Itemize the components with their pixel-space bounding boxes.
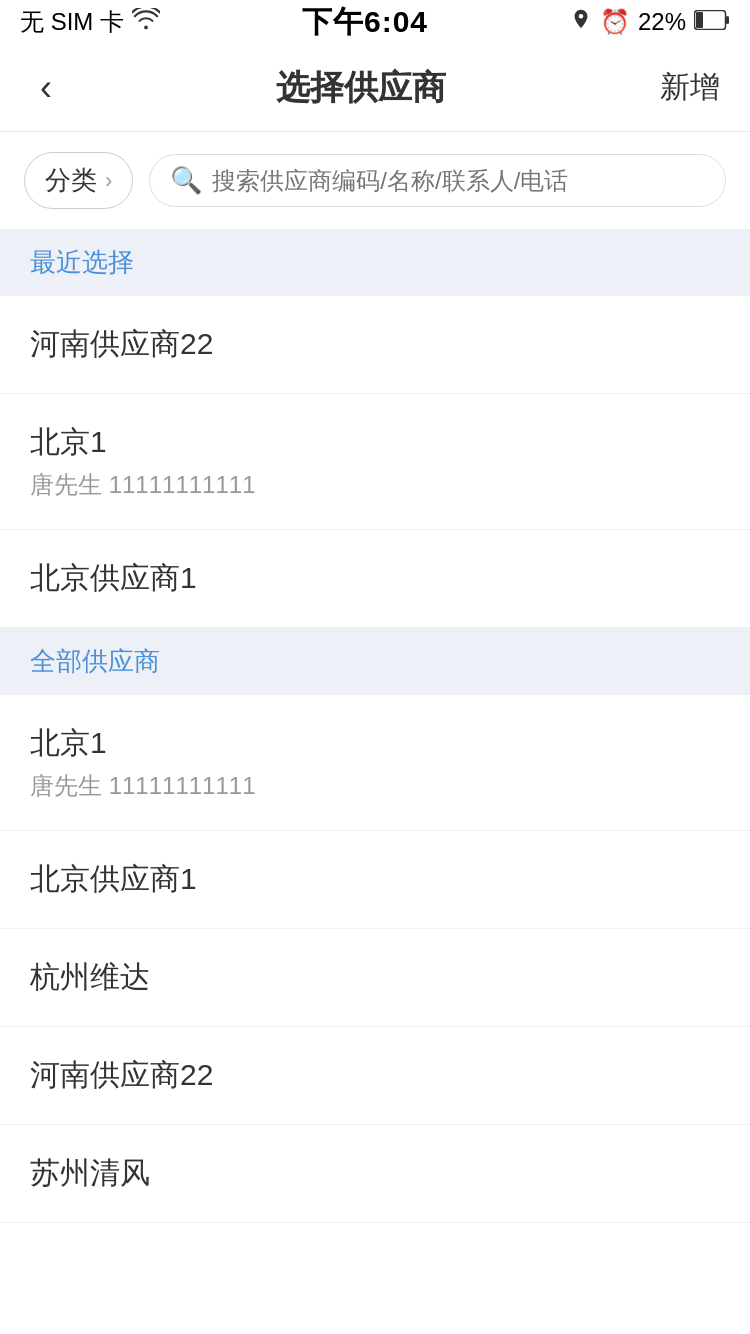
item-name: 河南供应商22 xyxy=(30,324,720,365)
category-label: 分类 xyxy=(45,163,97,198)
wifi-icon xyxy=(132,8,160,36)
all-section-header: 全部供应商 xyxy=(0,628,750,695)
item-sub: 唐先生 11111111111 xyxy=(30,469,720,501)
list-item[interactable]: 北京供应商1 xyxy=(0,530,750,628)
search-box: 🔍 xyxy=(149,154,726,207)
all-section-label: 全部供应商 xyxy=(30,646,160,676)
battery-text: 22% xyxy=(638,8,686,36)
list-item[interactable]: 河南供应商22 xyxy=(0,1027,750,1125)
search-input[interactable] xyxy=(212,167,705,195)
item-name: 杭州维达 xyxy=(30,957,720,998)
status-time: 下午6:04 xyxy=(302,2,428,43)
status-left: 无 SIM 卡 xyxy=(20,6,160,38)
list-item[interactable]: 河南供应商22 xyxy=(0,296,750,394)
item-name: 北京供应商1 xyxy=(30,859,720,900)
recent-section-header: 最近选择 xyxy=(0,229,750,296)
recent-items-list: 河南供应商22 北京1 唐先生 11111111111 北京供应商1 xyxy=(0,296,750,628)
back-button[interactable]: ‹ xyxy=(30,57,62,119)
search-icon: 🔍 xyxy=(170,165,202,196)
add-button[interactable]: 新增 xyxy=(660,67,720,108)
location-icon xyxy=(570,8,592,36)
item-name: 北京1 xyxy=(30,723,720,764)
list-item[interactable]: 苏州清风 xyxy=(0,1125,750,1223)
nav-bar: ‹ 选择供应商 新增 xyxy=(0,44,750,132)
item-name: 北京供应商1 xyxy=(30,558,720,599)
list-item[interactable]: 北京供应商1 xyxy=(0,831,750,929)
alarm-icon: ⏰ xyxy=(600,8,630,36)
list-item[interactable]: 北京1 唐先生 11111111111 xyxy=(0,695,750,831)
all-items-list: 北京1 唐先生 11111111111 北京供应商1 杭州维达河南供应商22 苏州清风 xyxy=(0,695,750,1223)
no-sim-text: 无 SIM 卡 xyxy=(20,6,124,38)
chevron-right-icon: › xyxy=(105,168,112,194)
category-filter-button[interactable]: 分类 › xyxy=(24,152,133,209)
nav-title: 选择供应商 xyxy=(276,65,446,111)
status-right: ⏰ 22% xyxy=(570,8,730,36)
status-bar: 无 SIM 卡 下午6:04 ⏰ 22% xyxy=(0,0,750,44)
svg-rect-1 xyxy=(726,16,729,24)
item-sub: 唐先生 11111111111 xyxy=(30,770,720,802)
list-item[interactable]: 北京1 唐先生 11111111111 xyxy=(0,394,750,530)
filter-bar: 分类 › 🔍 xyxy=(0,132,750,229)
svg-rect-2 xyxy=(696,12,703,28)
item-name: 河南供应商22 xyxy=(30,1055,720,1096)
item-name: 北京1 xyxy=(30,422,720,463)
recent-section-label: 最近选择 xyxy=(30,247,134,277)
battery-icon xyxy=(694,8,730,36)
list-item[interactable]: 杭州维达 xyxy=(0,929,750,1027)
item-name: 苏州清风 xyxy=(30,1153,720,1194)
